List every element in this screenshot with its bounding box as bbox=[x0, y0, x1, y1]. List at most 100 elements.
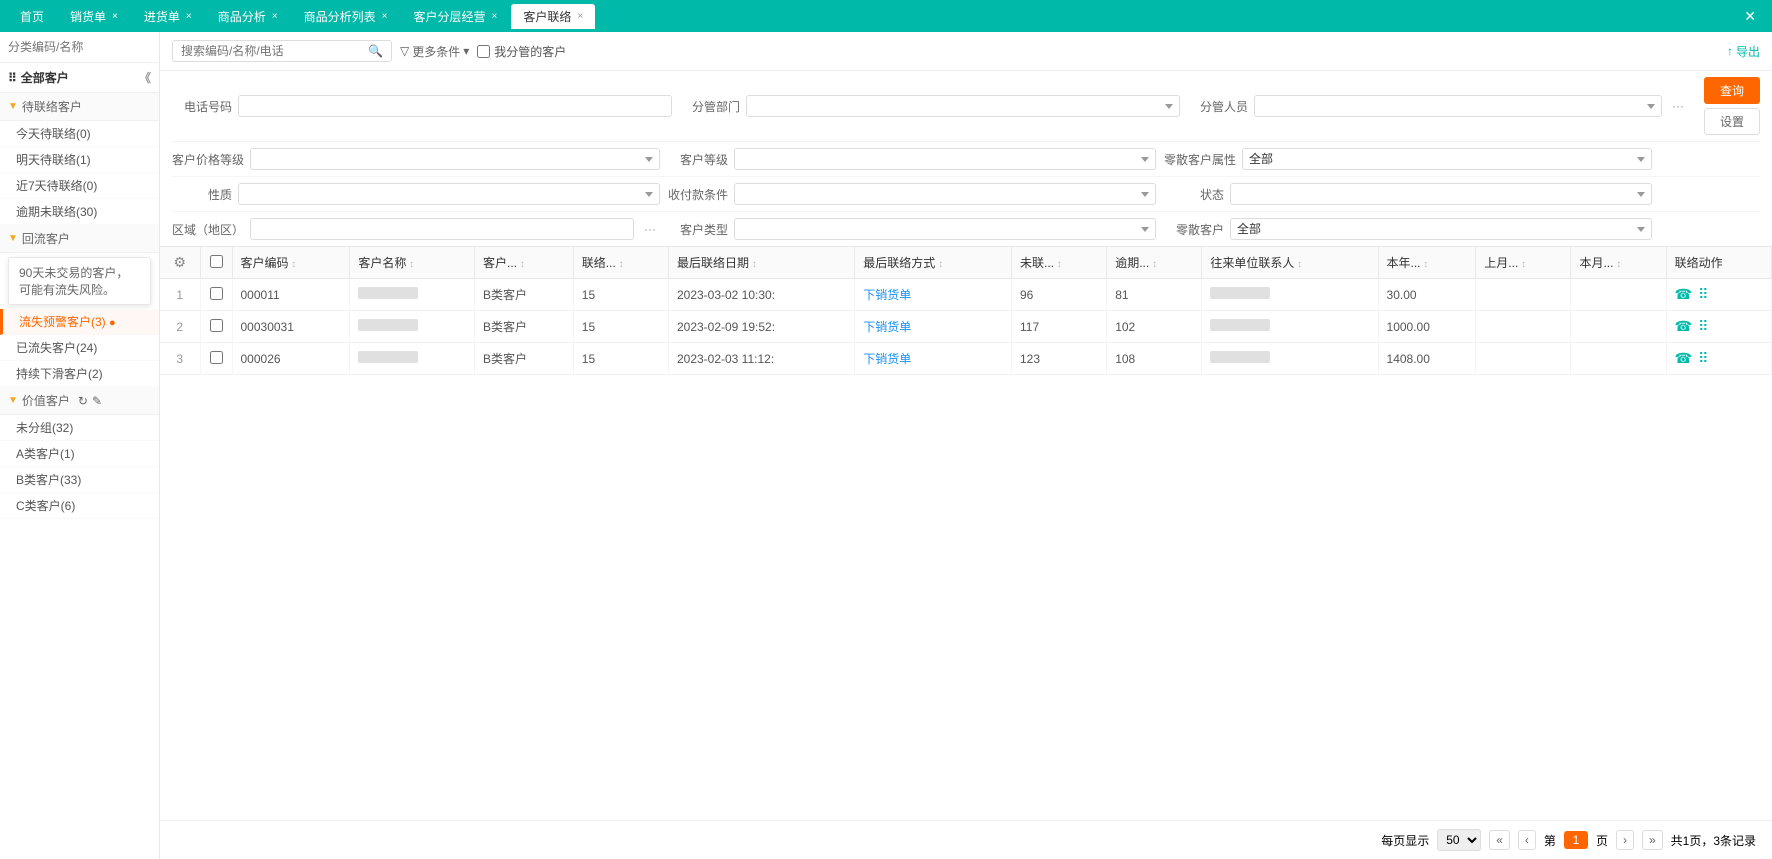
close-customer-contact-icon[interactable]: × bbox=[577, 11, 583, 22]
nav-tab-customer-contact[interactable]: 客户联络 × bbox=[511, 4, 595, 29]
row-last-way-link[interactable]: 下销货单 bbox=[863, 320, 911, 334]
col-unit-contact[interactable]: 往来单位联系人 bbox=[1202, 247, 1378, 279]
filter-customer-type-label: 客户类型 bbox=[668, 221, 728, 238]
nav-tab-analysis-list[interactable]: 商品分析列表 × bbox=[292, 4, 400, 29]
sidebar-item-no-group[interactable]: 未分组(32) bbox=[0, 415, 159, 441]
filter-payment-select[interactable] bbox=[734, 183, 1156, 205]
more-action-icon[interactable]: ⠿ bbox=[1698, 350, 1708, 367]
my-customers-checkbox[interactable] bbox=[477, 45, 490, 58]
row-action[interactable]: ☎ ⠿ bbox=[1666, 279, 1771, 311]
window-close-icon[interactable]: ✕ bbox=[1736, 4, 1764, 29]
export-btn[interactable]: ↑ 导出 bbox=[1727, 43, 1760, 60]
filter-dept-select[interactable] bbox=[746, 95, 1180, 117]
filter-price-grade-select[interactable] bbox=[250, 148, 660, 170]
arrow-down-icon-3: ▼ bbox=[8, 395, 18, 406]
nav-tab-purchase[interactable]: 进货单 × bbox=[132, 4, 204, 29]
nav-tab-customer-tier[interactable]: 客户分层经营 × bbox=[401, 4, 509, 29]
col-last-contact-way[interactable]: 最后联络方式 bbox=[855, 247, 1012, 279]
close-purchase-icon[interactable]: × bbox=[186, 11, 192, 22]
collapse-icon[interactable]: 《 bbox=[139, 69, 151, 86]
search-submit-icon[interactable]: 🔍 bbox=[368, 44, 383, 58]
nav-tab-home[interactable]: 首页 bbox=[8, 4, 56, 29]
filter-retail-customer-select[interactable]: 全部 bbox=[1230, 218, 1652, 240]
group-returning-customers[interactable]: ▼ 回流客户 bbox=[0, 225, 159, 253]
first-page-btn[interactable]: « bbox=[1489, 830, 1510, 850]
edit-icon[interactable]: ✎ bbox=[92, 394, 102, 408]
contact-icon[interactable]: ☎ bbox=[1675, 350, 1692, 367]
filter-customer-type-select[interactable] bbox=[734, 218, 1156, 240]
filter-nature-select[interactable] bbox=[238, 183, 660, 205]
filter-person-select[interactable] bbox=[1254, 95, 1662, 117]
more-dots-icon[interactable]: ··· bbox=[1668, 99, 1688, 113]
more-conditions-btn[interactable]: ▽ 更多条件 ▾ bbox=[400, 43, 469, 60]
close-analysis-icon[interactable]: × bbox=[272, 11, 278, 22]
row-select-checkbox[interactable] bbox=[210, 287, 223, 300]
sidebar-item-tomorrow-contact[interactable]: 明天待联络(1) bbox=[0, 147, 159, 173]
table-settings-icon[interactable]: ⚙ bbox=[173, 254, 186, 270]
col-this-year[interactable]: 本年... bbox=[1378, 247, 1476, 279]
row-last-way-link[interactable]: 下销货单 bbox=[863, 288, 911, 302]
settings-button[interactable]: 设置 bbox=[1704, 108, 1760, 135]
last-page-btn[interactable]: » bbox=[1642, 830, 1663, 850]
col-code[interactable]: 客户编码 bbox=[232, 247, 350, 279]
row-checkbox[interactable] bbox=[200, 343, 232, 375]
my-customers-filter[interactable]: 我分管的客户 bbox=[477, 43, 566, 60]
sidebar-item-declining[interactable]: 持续下滑客户(2) bbox=[0, 361, 159, 387]
sidebar-item-already-churned[interactable]: 已流失客户(24) bbox=[0, 335, 159, 361]
row-last-date: 2023-02-03 11:12: bbox=[668, 343, 854, 375]
close-customer-tier-icon[interactable]: × bbox=[491, 11, 497, 22]
filter-status-select[interactable] bbox=[1230, 183, 1652, 205]
group-value-customers[interactable]: ▼ 价值客户 ↻ ✎ bbox=[0, 387, 159, 415]
filter-region-input[interactable] bbox=[250, 218, 634, 240]
group-pending-contact[interactable]: ▼ 待联络客户 bbox=[0, 93, 159, 121]
filter-customer-grade-select[interactable] bbox=[734, 148, 1156, 170]
row-last-way[interactable]: 下销货单 bbox=[855, 311, 1012, 343]
refresh-icon[interactable]: ↻ bbox=[78, 394, 88, 408]
row-last-way[interactable]: 下销货单 bbox=[855, 279, 1012, 311]
close-sales-icon[interactable]: × bbox=[112, 11, 118, 22]
row-this-month bbox=[1571, 311, 1666, 343]
row-action[interactable]: ☎ ⠿ bbox=[1666, 343, 1771, 375]
sidebar-search-input[interactable] bbox=[8, 40, 160, 54]
col-settings[interactable]: ⚙ bbox=[160, 247, 200, 279]
row-select-checkbox[interactable] bbox=[210, 319, 223, 332]
region-dots-icon[interactable]: ··· bbox=[640, 222, 660, 236]
col-overdue[interactable]: 逾期... bbox=[1107, 247, 1202, 279]
main-search-input[interactable] bbox=[181, 44, 364, 58]
col-type[interactable]: 客户... bbox=[475, 247, 574, 279]
filter-phone-input[interactable] bbox=[238, 95, 672, 117]
contact-icon[interactable]: ☎ bbox=[1675, 286, 1692, 303]
sidebar-item-today-contact[interactable]: 今天待联络(0) bbox=[0, 121, 159, 147]
more-action-icon[interactable]: ⠿ bbox=[1698, 286, 1708, 303]
row-checkbox[interactable] bbox=[200, 311, 232, 343]
col-last-month[interactable]: 上月... bbox=[1476, 247, 1571, 279]
row-checkbox[interactable] bbox=[200, 279, 232, 311]
sidebar-item-c-class[interactable]: C类客户(6) bbox=[0, 493, 159, 519]
col-last-contact-date[interactable]: 最后联络日期 bbox=[668, 247, 854, 279]
row-last-way-link[interactable]: 下销货单 bbox=[863, 352, 911, 366]
sidebar-item-overdue-contact[interactable]: 逾期未联络(30) bbox=[0, 199, 159, 225]
more-action-icon[interactable]: ⠿ bbox=[1698, 318, 1708, 335]
sidebar-item-churn-warning[interactable]: 流失预警客户(3) ● bbox=[0, 309, 159, 335]
select-all-checkbox[interactable] bbox=[210, 255, 223, 268]
col-this-month[interactable]: 本月... bbox=[1571, 247, 1666, 279]
prev-page-btn[interactable]: ‹ bbox=[1518, 830, 1536, 850]
all-customers-header[interactable]: ⠿ 全部客户 《 bbox=[0, 63, 159, 93]
contact-icon[interactable]: ☎ bbox=[1675, 318, 1692, 335]
col-name[interactable]: 客户名称 bbox=[350, 247, 475, 279]
sidebar-item-a-class[interactable]: A类客户(1) bbox=[0, 441, 159, 467]
row-last-way[interactable]: 下销货单 bbox=[855, 343, 1012, 375]
close-analysis-list-icon[interactable]: × bbox=[382, 11, 388, 22]
nav-tab-analysis[interactable]: 商品分析 × bbox=[206, 4, 290, 29]
filter-retail-attr-select[interactable]: 全部 bbox=[1242, 148, 1652, 170]
query-button[interactable]: 查询 bbox=[1704, 77, 1760, 104]
page-size-select[interactable]: 50 bbox=[1437, 829, 1481, 851]
row-select-checkbox[interactable] bbox=[210, 351, 223, 364]
col-not-contacted[interactable]: 未联... bbox=[1012, 247, 1107, 279]
row-action[interactable]: ☎ ⠿ bbox=[1666, 311, 1771, 343]
sidebar-item-b-class[interactable]: B类客户(33) bbox=[0, 467, 159, 493]
col-contact[interactable]: 联络... bbox=[573, 247, 668, 279]
sidebar-item-7day-contact[interactable]: 近7天待联络(0) bbox=[0, 173, 159, 199]
next-page-btn[interactable]: › bbox=[1616, 830, 1634, 850]
nav-tab-sales[interactable]: 销货单 × bbox=[58, 4, 130, 29]
